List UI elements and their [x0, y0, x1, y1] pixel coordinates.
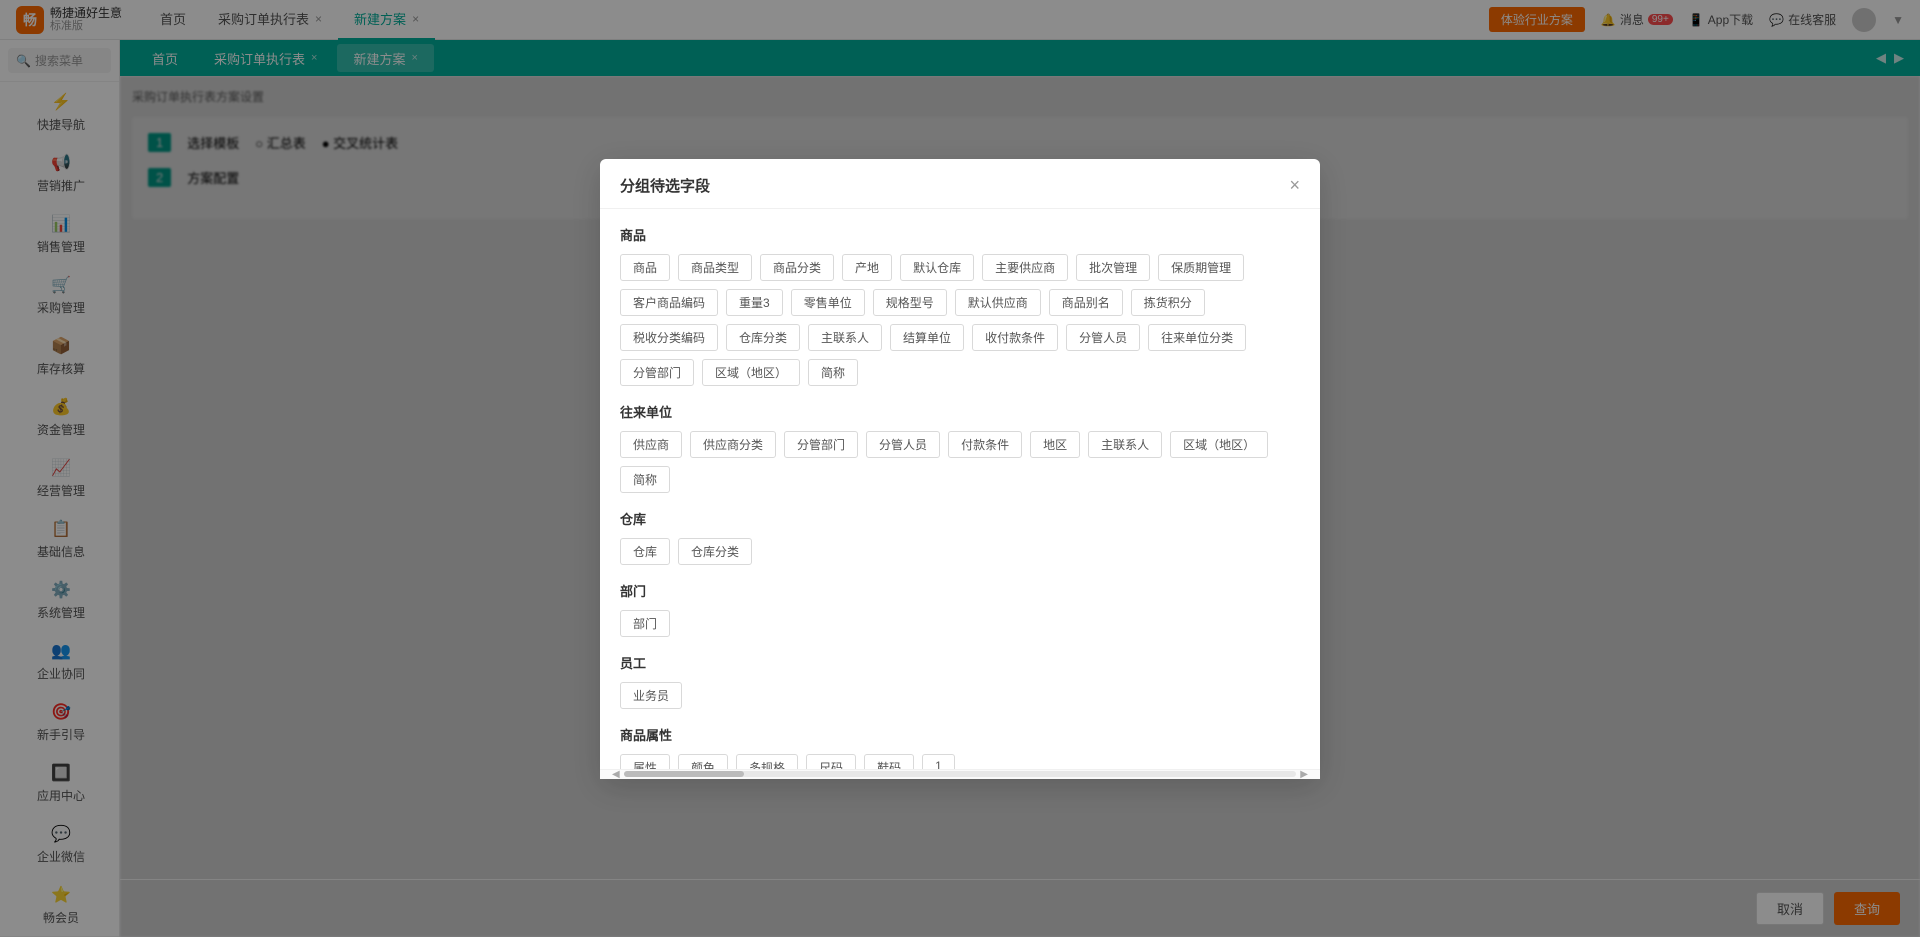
- field-tag[interactable]: 仓库分类: [726, 324, 800, 351]
- field-tag[interactable]: 商品类型: [678, 254, 752, 281]
- section-title-goods: 商品: [620, 225, 1300, 244]
- section-title-warehouse: 仓库: [620, 509, 1300, 528]
- field-tag[interactable]: 规格型号: [873, 289, 947, 316]
- field-tag[interactable]: 多规格: [736, 754, 798, 769]
- field-tag[interactable]: 分管部门: [620, 359, 694, 386]
- modal-body: 商品 商品 商品类型 商品分类 产地 默认仓库 主要供应商 批次管理 保质期管理…: [600, 209, 1320, 769]
- field-tag[interactable]: 商品别名: [1049, 289, 1123, 316]
- field-tag[interactable]: 商品分类: [760, 254, 834, 281]
- field-tag[interactable]: 区域（地区）: [1170, 431, 1268, 458]
- field-tag[interactable]: 默认供应商: [955, 289, 1041, 316]
- field-tag[interactable]: 分管部门: [784, 431, 858, 458]
- field-tag[interactable]: 仓库分类: [678, 538, 752, 565]
- section-title-partner: 往来单位: [620, 402, 1300, 421]
- field-tag[interactable]: 主联系人: [1088, 431, 1162, 458]
- field-tag[interactable]: 供应商: [620, 431, 682, 458]
- field-tag[interactable]: 产地: [842, 254, 892, 281]
- field-tag[interactable]: 批次管理: [1076, 254, 1150, 281]
- field-tag[interactable]: 1: [922, 754, 955, 769]
- field-tag[interactable]: 地区: [1030, 431, 1080, 458]
- field-tag[interactable]: 尺码: [806, 754, 856, 769]
- field-grid-goods-attr: 属性 颜色 多规格 尺码 鞋码 1: [620, 754, 1300, 769]
- field-tag[interactable]: 保质期管理: [1158, 254, 1244, 281]
- field-grid-partner: 供应商 供应商分类 分管部门 分管人员 付款条件 地区 主联系人 区域（地区） …: [620, 431, 1300, 493]
- field-tag[interactable]: 税收分类编码: [620, 324, 718, 351]
- field-tag[interactable]: 付款条件: [948, 431, 1022, 458]
- modal-overlay: 分组待选字段 × 商品 商品 商品类型 商品分类 产地 默认仓库 主要供应商 批…: [0, 0, 1920, 937]
- field-tag[interactable]: 零售单位: [791, 289, 865, 316]
- field-tag[interactable]: 鞋码: [864, 754, 914, 769]
- modal-hscrollbar[interactable]: ◀ ▶: [600, 769, 1320, 779]
- field-tag[interactable]: 默认仓库: [900, 254, 974, 281]
- field-grid-warehouse: 仓库 仓库分类: [620, 538, 1300, 565]
- modal-header: 分组待选字段 ×: [600, 159, 1320, 209]
- hscroll-left-arrow[interactable]: ◀: [608, 769, 624, 780]
- modal-title: 分组待选字段: [620, 175, 710, 196]
- field-tag[interactable]: 收付款条件: [972, 324, 1058, 351]
- field-grid-employee: 业务员: [620, 682, 1300, 709]
- field-tag[interactable]: 结算单位: [890, 324, 964, 351]
- field-tag[interactable]: 区域（地区）: [702, 359, 800, 386]
- field-tag[interactable]: 主要供应商: [982, 254, 1068, 281]
- hscroll-thumb[interactable]: [624, 771, 744, 777]
- field-tag[interactable]: 简称: [808, 359, 858, 386]
- field-grid-dept: 部门: [620, 610, 1300, 637]
- section-title-dept: 部门: [620, 581, 1300, 600]
- field-tag[interactable]: 业务员: [620, 682, 682, 709]
- field-tag[interactable]: 往来单位分类: [1148, 324, 1246, 351]
- field-tag[interactable]: 属性: [620, 754, 670, 769]
- modal-close-btn[interactable]: ×: [1289, 175, 1300, 196]
- field-tag[interactable]: 拣货积分: [1131, 289, 1205, 316]
- field-tag[interactable]: 主联系人: [808, 324, 882, 351]
- field-tag[interactable]: 分管人员: [1066, 324, 1140, 351]
- field-tag[interactable]: 部门: [620, 610, 670, 637]
- field-tag[interactable]: 供应商分类: [690, 431, 776, 458]
- field-tag[interactable]: 商品: [620, 254, 670, 281]
- section-title-goods-attr: 商品属性: [620, 725, 1300, 744]
- field-tag[interactable]: 简称: [620, 466, 670, 493]
- section-title-employee: 员工: [620, 653, 1300, 672]
- field-tag[interactable]: 颜色: [678, 754, 728, 769]
- field-tag[interactable]: 分管人员: [866, 431, 940, 458]
- field-tag[interactable]: 重量3: [726, 289, 783, 316]
- field-tag[interactable]: 仓库: [620, 538, 670, 565]
- hscroll-right-arrow[interactable]: ▶: [1296, 769, 1312, 780]
- field-tag[interactable]: 客户商品编码: [620, 289, 718, 316]
- hscroll-track: [624, 771, 1297, 777]
- field-grid-goods: 商品 商品类型 商品分类 产地 默认仓库 主要供应商 批次管理 保质期管理 客户…: [620, 254, 1300, 386]
- field-select-modal: 分组待选字段 × 商品 商品 商品类型 商品分类 产地 默认仓库 主要供应商 批…: [600, 159, 1320, 779]
